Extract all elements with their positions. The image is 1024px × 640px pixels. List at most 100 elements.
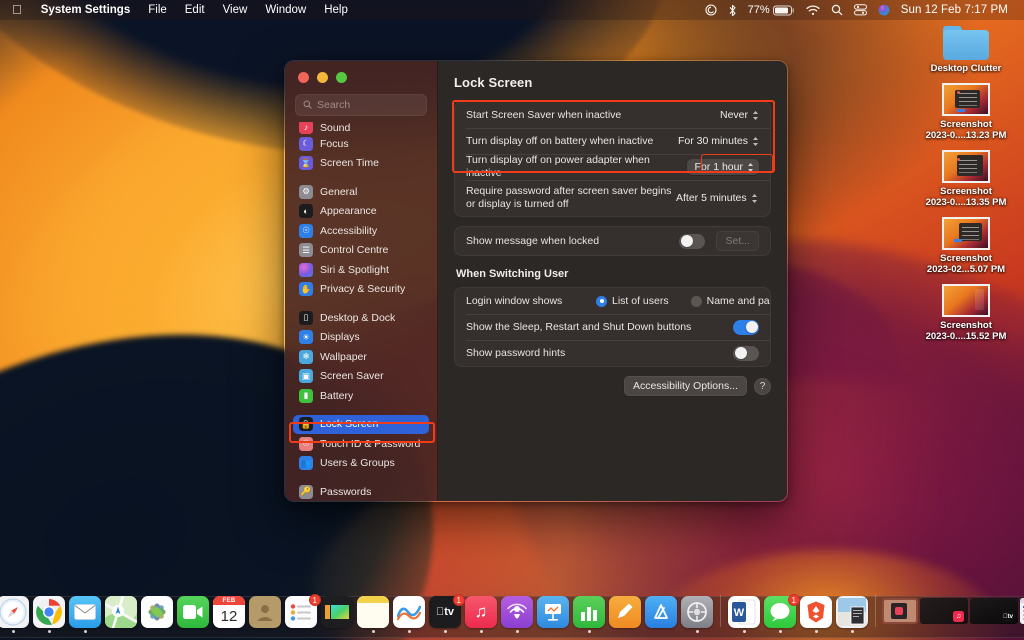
row-login-window-shows[interactable]: Login window shows List of users Name an… [455,288,770,314]
radio-option-list-of-users[interactable]: List of users [596,295,669,307]
dock-item-freeform[interactable] [392,596,426,633]
dock-item-mail[interactable] [68,596,102,633]
dock-item-calendar[interactable]: FEB 12 [212,596,246,633]
sidebar-item-wallpaper[interactable]: ❄ Wallpaper [293,347,429,367]
dock-item-reminders[interactable]: 1 [284,594,321,633]
sidebar-item-appearance[interactable]: ◐ Appearance [293,202,429,222]
menu-bar-clock[interactable]: Sun 12 Feb 7:17 PM [901,4,1008,16]
show-message-toggle[interactable] [679,233,706,249]
sidebar-item-users-groups[interactable]: 👥 Users & Groups [293,454,429,474]
sidebar-item-screen-saver[interactable]: ▣ Screen Saver [293,367,429,387]
sidebar-item-general[interactable]: ⚙ General [293,182,429,202]
dock-item-system-settings[interactable] [680,596,714,633]
sidebar-item-passwords[interactable]: 🔑 Passwords [293,482,429,501]
dock-item-keynote[interactable] [536,596,570,633]
main-content-panel: Lock Screen Start Screen Saver when inac… [438,61,787,501]
sidebar-item-touch-id-password[interactable]: ☉ Touch ID & Password [293,434,429,454]
dock-item-numbers[interactable] [572,596,606,633]
running-indicator [443,630,447,633]
dock-item-podcasts[interactable] [500,596,534,633]
require-password-popup[interactable]: After 5 minutes [676,192,758,204]
zoom-button[interactable] [336,72,347,83]
sidebar-item-screen-time[interactable]: ⌛ Screen Time [293,154,429,174]
screen-saver-icon: ▣ [299,369,313,384]
display-off-power-adapter-popup[interactable]: For 1 hour [686,159,759,175]
desktop-icon-screenshot[interactable]: Screenshot 2023-02...5.07 PM [912,217,1020,275]
dock-item-google-chrome[interactable] [32,596,66,633]
radio-option-name-and-password[interactable]: Name and password [690,295,770,307]
spotlight-search-icon[interactable] [831,4,843,16]
desktop-icon-folder[interactable]: Desktop Clutter [912,24,1020,74]
desktop-icon-screenshot[interactable]: Screenshot 2023-0....13.35 PM [912,150,1020,208]
close-button[interactable] [298,72,309,83]
search-box[interactable] [295,94,427,116]
dock-item-microsoft-word[interactable]: W [727,596,761,633]
menu-item-file[interactable]: File [139,0,176,20]
dock-item-notes[interactable] [356,596,390,633]
show-password-hints-toggle[interactable] [733,345,759,361]
row-display-off-battery[interactable]: Turn display off on battery when inactiv… [455,128,770,154]
menu-item-view[interactable]: View [214,0,257,20]
control-centre-icon[interactable] [853,4,867,16]
sidebar-item-battery[interactable]: ▮ Battery [293,386,429,406]
menu-item-window[interactable]: Window [256,0,315,20]
minimize-button[interactable] [317,72,328,83]
display-off-battery-popup[interactable]: For 30 minutes [678,135,759,147]
bluetooth-icon[interactable] [728,4,737,17]
accessibility-options-button[interactable]: Accessibility Options... [623,376,747,396]
sidebar-scroll-area[interactable]: ♪ Sound ☾ Focus ⌛ Screen Time ⚙ General [285,122,437,501]
dock-item-keynote-dark[interactable] [320,596,354,633]
sidebar-item-privacy-security[interactable]: ✋ Privacy & Security [293,280,429,300]
sidebar-item-displays[interactable]: ☀ Displays [293,328,429,348]
sidebar-item-lock-screen[interactable]: 🔒 Lock Screen [293,414,429,434]
sidebar-item-focus[interactable]: ☾ Focus [293,134,429,154]
desktop-icon-screenshot[interactable]: Screenshot 2023-0....13.23 PM [912,83,1020,141]
dock-item-facetime[interactable] [176,596,210,633]
sidebar-item-siri-spotlight[interactable]: Siri & Spotlight [293,260,429,280]
row-require-password[interactable]: Require password after screen saver begi… [455,180,770,216]
menu-item-help[interactable]: Help [315,0,357,20]
dock-item-messages[interactable]: 1 [763,594,800,633]
key-icon: 🔑 [299,484,313,499]
dock: FEB 12 1 1 tv ♫ W 1 ♫ tv [0,594,1024,638]
menu-item-app-name[interactable]: System Settings [32,0,139,20]
row-show-sleep-restart-shutdown[interactable]: Show the Sleep, Restart and Shut Down bu… [455,314,770,340]
help-button[interactable]: ? [754,377,771,395]
show-sleep-restart-shutdown-toggle[interactable] [733,319,759,335]
dock-item-minimized-window-brave[interactable] [1020,598,1024,633]
menu-item-edit[interactable]: Edit [176,0,214,20]
sidebar-item-accessibility[interactable]: ☉ Accessibility [293,221,429,241]
battery-status[interactable]: 77% [748,4,795,16]
siri-icon[interactable] [878,4,890,16]
desktop-icon-screenshot[interactable]: Screenshot 2023-0....15.52 PM [912,284,1020,342]
search-input[interactable] [317,99,419,111]
dock-item-apple-tv[interactable]: 1 tv [428,594,465,633]
wifi-icon[interactable] [806,4,820,16]
dock-item-pages[interactable] [608,596,642,633]
running-indicator [11,630,15,633]
dock-item-safari[interactable] [0,596,30,633]
row-display-off-power-adapter[interactable]: Turn display off on power adapter when i… [455,154,770,180]
dock-item-brave-browser[interactable] [799,596,833,633]
dock-item-minimized-window-tv[interactable]: tv [970,598,1018,633]
sidebar-item-control-centre[interactable]: ☰ Control Centre [293,241,429,261]
notes-icon [357,596,389,628]
row-show-password-hints[interactable]: Show password hints [455,340,770,366]
dock-item-music[interactable]: ♫ [464,596,498,633]
screen-recording-icon[interactable] [705,4,717,16]
set-message-button[interactable]: Set... [716,231,759,251]
sidebar-item-desktop-dock[interactable]: ▯ Desktop & Dock [293,308,429,328]
row-show-message-when-locked[interactable]: Show message when locked Set... [455,227,770,255]
sidebar-item-sound[interactable]: ♪ Sound [293,122,429,134]
dock-item-app-store[interactable] [644,596,678,633]
dock-item-preview[interactable] [835,596,869,633]
row-start-screen-saver[interactable]: Start Screen Saver when inactive Never [455,102,770,128]
dock-item-maps[interactable] [104,596,138,633]
dock-item-photos[interactable] [140,596,174,633]
dock-item-downloads-stack[interactable] [882,598,918,633]
fingerprint-icon: ☉ [299,436,313,451]
dock-item-minimized-window-music[interactable]: ♫ [920,598,968,633]
start-screen-saver-popup[interactable]: Never [720,109,759,121]
dock-item-contacts[interactable] [248,596,282,633]
apple-logo-icon[interactable]:  [0,0,32,20]
